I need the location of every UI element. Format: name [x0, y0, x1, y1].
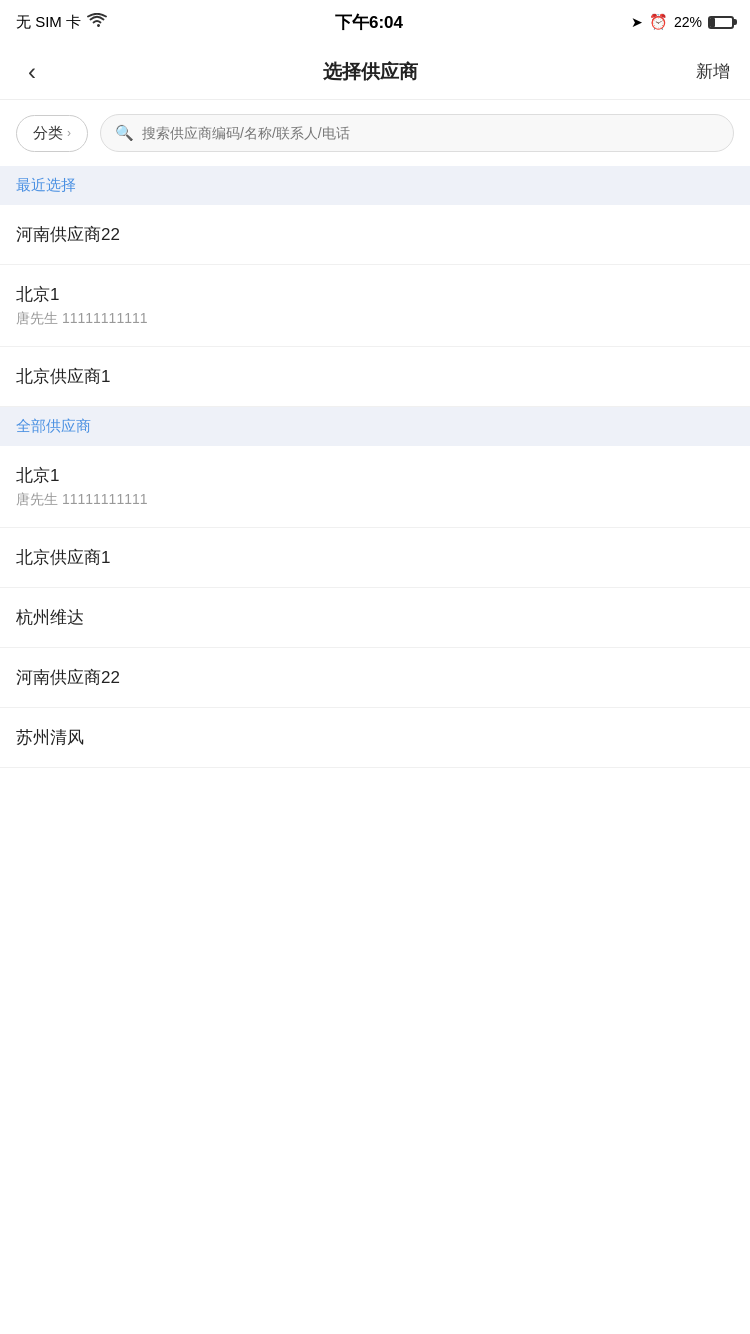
item-sub: 唐先生 11111111111 — [16, 491, 734, 509]
search-box[interactable]: 🔍 — [100, 114, 734, 152]
status-left: 无 SIM 卡 — [16, 13, 107, 32]
all-list: 北京1 唐先生 11111111111 北京供应商1 杭州维达河南供应商22 苏州清风 — [0, 446, 750, 768]
alarm-icon: ⏰ — [649, 13, 668, 31]
list-item[interactable]: 北京1 唐先生 11111111111 — [0, 446, 750, 528]
status-bar: 无 SIM 卡 下午6:04 ➤ ⏰ 22% — [0, 0, 750, 44]
category-label: 分类 — [33, 124, 63, 143]
nav-bar: ‹ 选择供应商 新增 — [0, 44, 750, 100]
status-time: 下午6:04 — [335, 11, 403, 34]
no-sim-label: 无 SIM 卡 — [16, 13, 81, 32]
status-right: ➤ ⏰ 22% — [631, 13, 734, 31]
list-item[interactable]: 北京1 唐先生 11111111111 — [0, 265, 750, 347]
all-section-header: 全部供应商 — [0, 407, 750, 446]
item-name: 北京1 — [16, 283, 734, 306]
back-button[interactable]: ‹ — [20, 50, 44, 94]
add-button[interactable]: 新增 — [696, 60, 730, 83]
wifi-icon — [87, 13, 107, 31]
battery-icon — [708, 16, 734, 29]
item-name: 河南供应商22 — [16, 223, 734, 246]
item-name: 杭州维达 — [16, 606, 734, 629]
search-icon: 🔍 — [115, 124, 134, 142]
item-name: 北京1 — [16, 464, 734, 487]
item-name: 苏州清风 — [16, 726, 734, 749]
battery-fill — [710, 18, 715, 27]
search-input[interactable] — [142, 125, 719, 141]
location-icon: ➤ — [631, 14, 643, 30]
filter-bar: 分类 › 🔍 — [0, 100, 750, 166]
category-button[interactable]: 分类 › — [16, 115, 88, 152]
recent-list: 河南供应商22 北京1 唐先生 11111111111 北京供应商1 — [0, 205, 750, 407]
item-name: 北京供应商1 — [16, 365, 734, 388]
list-item[interactable]: 苏州清风 — [0, 708, 750, 768]
list-item[interactable]: 河南供应商22 — [0, 648, 750, 708]
chevron-right-icon: › — [67, 126, 71, 140]
item-name: 河南供应商22 — [16, 666, 734, 689]
list-item[interactable]: 北京供应商1 — [0, 347, 750, 407]
item-sub: 唐先生 11111111111 — [16, 310, 734, 328]
item-name: 北京供应商1 — [16, 546, 734, 569]
recent-section-header: 最近选择 — [0, 166, 750, 205]
page-title: 选择供应商 — [323, 59, 418, 85]
list-item[interactable]: 河南供应商22 — [0, 205, 750, 265]
list-item[interactable]: 北京供应商1 — [0, 528, 750, 588]
list-item[interactable]: 杭州维达 — [0, 588, 750, 648]
battery-percent: 22% — [674, 14, 702, 30]
